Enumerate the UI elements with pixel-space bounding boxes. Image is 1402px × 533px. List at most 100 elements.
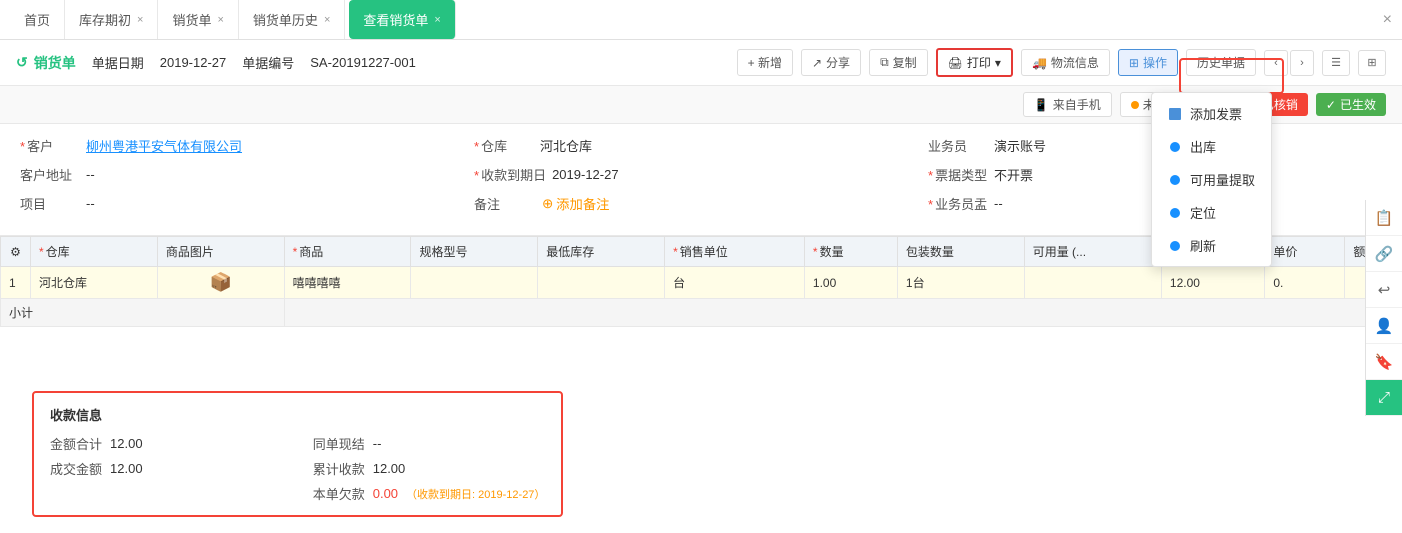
col-spec: 规格型号 <box>411 237 538 267</box>
owed-note: （收款到期日: 2019-12-27） <box>406 486 545 502</box>
ticket-type-value: 不开票 <box>994 165 1033 184</box>
operate-icon: ⊞ <box>1129 56 1139 70</box>
remark-label: 备注 <box>474 194 534 213</box>
right-icon-expand[interactable]: ⤢ <box>1366 380 1402 416</box>
print-button[interactable]: 🖨 打印 ▾ <box>936 48 1013 77</box>
right-sidebar: 📋 🔗 ↩ 👤 🔖 ⤢ <box>1365 200 1402 416</box>
total-amount-item: 金额合计 12.00 <box>50 434 283 453</box>
tab-view-sales[interactable]: 查看销货单 × <box>349 0 455 39</box>
grid-view-button[interactable]: ⊞ <box>1358 50 1386 76</box>
tab-bar: 首页 库存期初 × 销货单 × 销货单历史 × 查看销货单 × × <box>0 0 1402 40</box>
available-qty-label: 可用量提取 <box>1190 170 1255 189</box>
payment-grid: 金额合计 12.00 同单现结 -- 成交金额 12.00 累计收款 12.00… <box>50 434 545 503</box>
owed-item: 本单欠款 0.00 （收款到期日: 2019-12-27） <box>313 484 546 503</box>
dropdown-locate[interactable]: 定位 <box>1152 196 1271 229</box>
date-value: 2019-12-27 <box>160 55 227 70</box>
number-label: 单据编号 <box>242 53 294 72</box>
payment-title: 收款信息 <box>50 405 545 424</box>
product-image-icon: 📦 <box>210 272 232 292</box>
row-available <box>1024 267 1161 299</box>
due-date-value: 2019-12-27 <box>552 167 619 182</box>
global-close-button[interactable]: × <box>1383 11 1392 29</box>
owed-value: 0.00 <box>373 486 398 501</box>
logistics-button[interactable]: 🚚 物流信息 <box>1021 49 1110 76</box>
row-warehouse: 河北仓库 <box>31 267 158 299</box>
cumulative-item: 累计收款 12.00 <box>313 459 546 478</box>
tab-inventory-label: 库存期初 <box>79 10 131 29</box>
operate-dropdown: 添加发票 出库 可用量提取 定位 刷新 <box>1151 92 1272 267</box>
customer-field: 客户 柳州粤港平安气体有限公司 <box>20 136 474 155</box>
subtotal-values <box>284 299 1401 327</box>
subtotal-label: 小计 <box>1 299 285 327</box>
refresh-icon <box>1168 239 1182 253</box>
add-remark-icon: ⊕ <box>542 196 553 212</box>
dropdown-add-invoice[interactable]: 添加发票 <box>1152 97 1271 130</box>
doc-type-label: 销货单 <box>34 53 76 73</box>
address-value: -- <box>86 167 95 182</box>
customer-value[interactable]: 柳州粤港平安气体有限公司 <box>86 136 242 155</box>
total-amount-label: 金额合计 <box>50 434 102 453</box>
col-unit: 销售单位 <box>665 237 805 267</box>
payment-area: 收款信息 金额合计 12.00 同单现结 -- 成交金额 12.00 累计收款 … <box>0 375 1402 533</box>
logistics-button-label: 物流信息 <box>1051 54 1099 71</box>
next-button[interactable]: › <box>1290 50 1314 76</box>
dropdown-available-qty[interactable]: 可用量提取 <box>1152 163 1271 196</box>
right-icon-link[interactable]: 🔗 <box>1366 236 1402 272</box>
add-invoice-icon <box>1168 107 1182 121</box>
row-product: 嘻嘻嘻嘻 <box>284 267 411 299</box>
tab-sales-close[interactable]: × <box>217 14 223 26</box>
tab-sales-history[interactable]: 销货单历史 × <box>239 0 345 39</box>
share-button[interactable]: ↗ 分享 <box>801 49 861 76</box>
tab-home-label: 首页 <box>24 10 50 29</box>
due-date-field: 收款到期日 2019-12-27 <box>474 165 928 184</box>
col-image: 商品图片 <box>157 237 284 267</box>
warehouse-value: 河北仓库 <box>540 136 592 155</box>
right-icon-bookmark[interactable]: 🔖 <box>1366 344 1402 380</box>
right-icon-return[interactable]: ↩ <box>1366 272 1402 308</box>
copy-button-label: 复制 <box>893 54 917 71</box>
out-warehouse-icon <box>1168 140 1182 154</box>
cumulative-value: 12.00 <box>373 461 406 476</box>
locate-label: 定位 <box>1190 203 1216 222</box>
owed-label: 本单欠款 <box>313 484 365 503</box>
out-warehouse-label: 出库 <box>1190 137 1216 156</box>
project-value: -- <box>86 196 95 211</box>
dropdown-out-warehouse[interactable]: 出库 <box>1152 130 1271 163</box>
from-phone-button[interactable]: 📱 来自手机 <box>1023 92 1112 117</box>
add-invoice-label: 添加发票 <box>1190 104 1242 123</box>
tab-inventory-close[interactable]: × <box>137 14 143 26</box>
tab-sales[interactable]: 销货单 × <box>158 0 238 39</box>
tab-view-sales-close[interactable]: × <box>434 14 440 26</box>
nav-arrows: ‹ › <box>1264 50 1314 76</box>
staff-label: 业务员 <box>928 136 988 155</box>
warehouse-label: 仓库 <box>474 136 534 155</box>
effect-button[interactable]: ✓ 已生效 <box>1316 93 1386 116</box>
history-button[interactable]: 历史单据 <box>1186 49 1256 76</box>
project-field: 项目 -- <box>20 194 474 213</box>
dropdown-refresh[interactable]: 刷新 <box>1152 229 1271 262</box>
project-label: 项目 <box>20 194 80 213</box>
tab-view-sales-label: 查看销货单 <box>363 10 428 29</box>
col-price: 单价 <box>1265 237 1345 267</box>
remark-field: 备注 ⊕ 添加备注 <box>474 194 928 213</box>
add-remark-button[interactable]: ⊕ 添加备注 <box>542 194 609 213</box>
row-image: 📦 <box>157 267 284 299</box>
customer-label: 客户 <box>20 136 80 155</box>
copy-button[interactable]: ⧉ 复制 <box>869 49 928 76</box>
phone-icon: 📱 <box>1034 98 1049 112</box>
col-settings[interactable]: ⚙ <box>1 237 31 267</box>
effect-label: 已生效 <box>1340 96 1376 113</box>
list-view-button[interactable]: ☰ <box>1322 50 1350 76</box>
new-button[interactable]: + 新增 <box>737 49 793 76</box>
prev-button[interactable]: ‹ <box>1264 50 1288 76</box>
tab-home[interactable]: 首页 <box>10 0 65 39</box>
operate-button[interactable]: ⊞ 操作 <box>1118 49 1178 76</box>
right-icon-user[interactable]: 👤 <box>1366 308 1402 344</box>
address-label: 客户地址 <box>20 165 80 184</box>
right-icon-clipboard[interactable]: 📋 <box>1366 200 1402 236</box>
not-open-dot <box>1131 101 1139 109</box>
tab-sales-history-close[interactable]: × <box>324 14 330 26</box>
print-icon: 🖨 <box>948 56 963 70</box>
salesperson-value: -- <box>994 196 1003 211</box>
tab-inventory[interactable]: 库存期初 × <box>65 0 158 39</box>
